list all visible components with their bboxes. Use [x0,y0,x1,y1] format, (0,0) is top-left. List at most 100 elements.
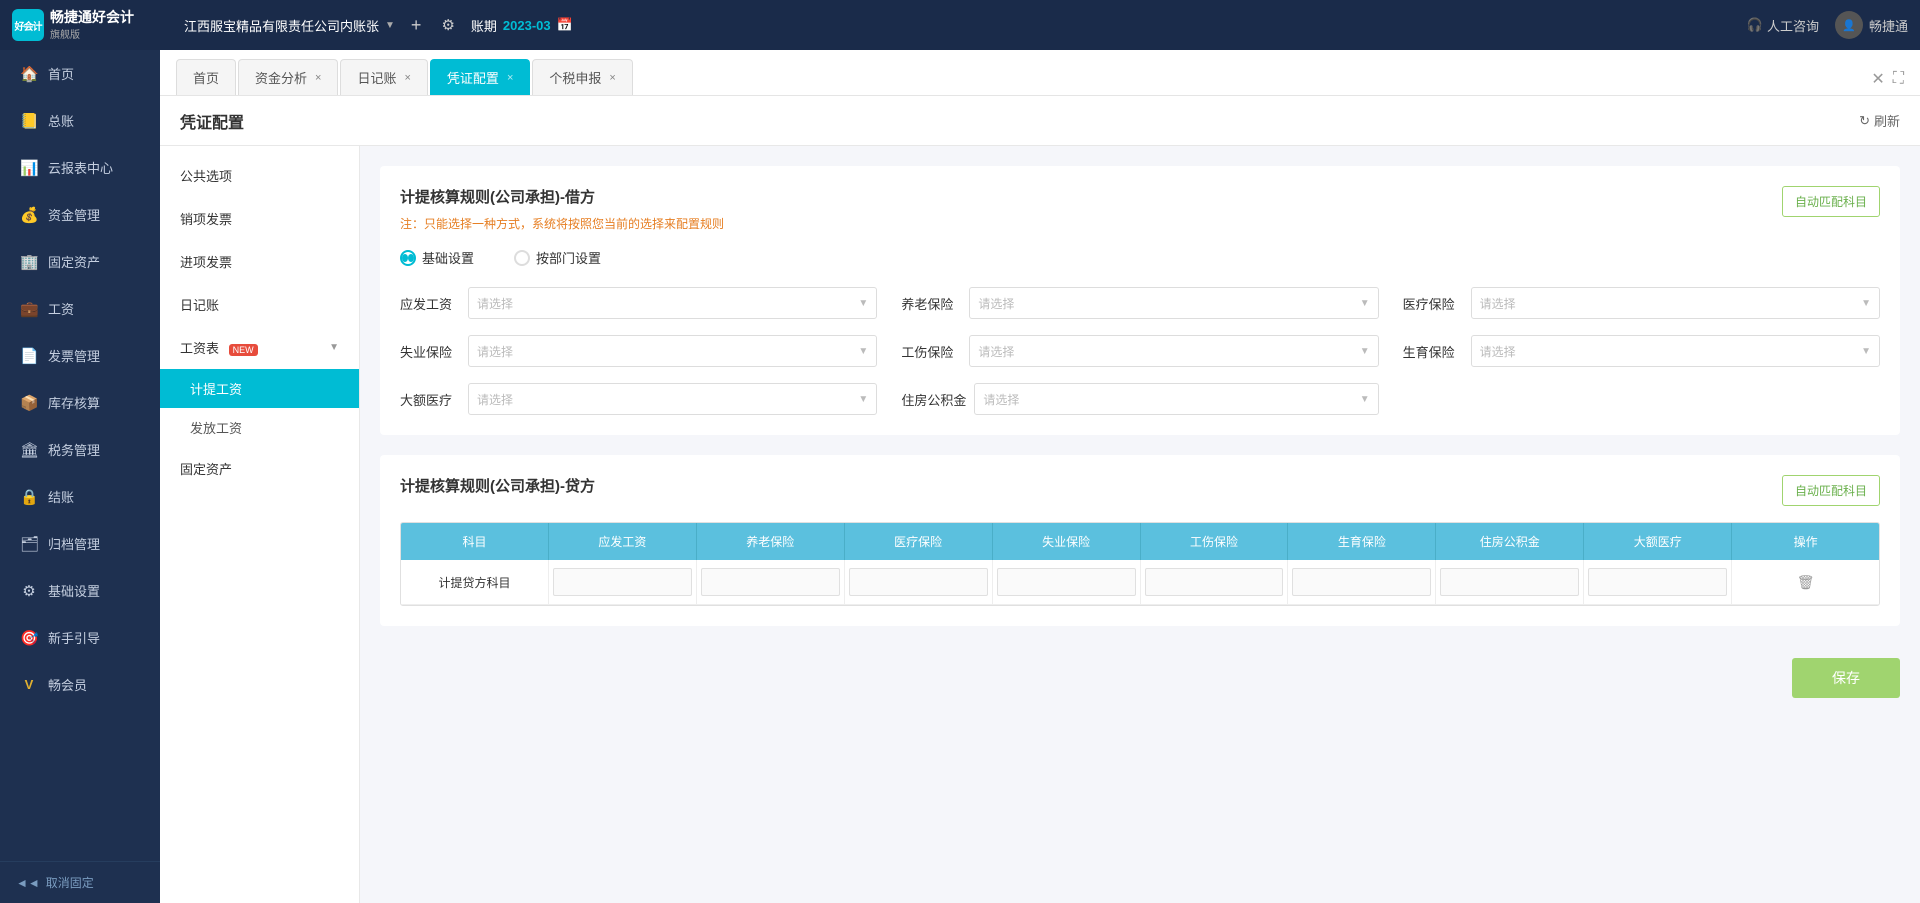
left-nav: 公共选项 销项发票 进项发票 日记账 工资表 NEW ▼ 计提工资 发放工资 固… [160,146,360,903]
select-gsbx[interactable]: 请选择 ▼ [969,335,1378,367]
input-yfgz[interactable] [553,568,692,596]
input-sybx[interactable] [997,568,1136,596]
form-item-sybx2: 生育保险 请选择 ▼ [1403,335,1880,367]
credit-section: 计提核算规则(公司承担)-贷方 自动匹配科目 科目 应发工资 养老保险 医疗保险… [380,455,1900,626]
left-nav-payroll-header[interactable]: 工资表 NEW ▼ [160,326,359,369]
debit-section-note: 注：只能选择一种方式，系统将按照您当前的选择来配置规则 [400,215,724,232]
ledger-icon: 📒 [20,112,38,130]
input-dayl[interactable] [1588,568,1727,596]
delete-row-icon[interactable]: 🗑 [1797,574,1815,591]
th-operation: 操作 [1732,523,1879,560]
select-sybx2[interactable]: 请选择 ▼ [1471,335,1880,367]
form-item-ylbx: 养老保险 请选择 ▼ [901,287,1378,319]
left-nav-journal[interactable]: 日记账 [160,283,359,326]
left-nav-payroll-calc[interactable]: 计提工资 [160,369,359,408]
app-name: 畅捷通好会计 [50,9,134,26]
form-item-zfgjj: 住房公积金 请选择 ▼ [901,383,1378,415]
user-area[interactable]: 👤 畅捷通 [1835,11,1908,39]
sidebar-item-funds[interactable]: 💰 资金管理 [0,191,160,238]
select-ylbx[interactable]: 请选择 ▼ [969,287,1378,319]
left-nav-payroll-group: 工资表 NEW ▼ 计提工资 发放工资 [160,326,359,447]
company-selector[interactable]: 江西服宝精品有限责任公司内账张 ▼ [184,16,395,35]
tab-close-window[interactable]: ✕ [1871,69,1884,89]
consult-button[interactable]: 🎧 人工咨询 [1747,16,1819,35]
tab-close-voucher[interactable]: × [507,72,513,84]
select-yfgz[interactable]: 请选择 ▼ [468,287,877,319]
calendar-icon[interactable]: 📅 [557,17,573,33]
consult-label: 人工咨询 [1767,16,1819,35]
content-area: 首页 资金分析 × 日记账 × 凭证配置 × 个税申报 × ✕ ⛶ [160,50,1920,903]
credit-auto-match-button[interactable]: 自动匹配科目 [1782,475,1880,506]
tab-bar: 首页 资金分析 × 日记账 × 凭证配置 × 个税申报 × ✕ ⛶ [160,50,1920,96]
left-nav-fixed-assets[interactable]: 固定资产 [160,447,359,490]
sidebar-item-reports[interactable]: 📊 云报表中心 [0,144,160,191]
settings-icon[interactable]: ⚙ [437,16,458,34]
tab-expand-icon[interactable]: ⛶ [1893,70,1904,88]
td-ylbx [697,560,845,604]
input-ylbx[interactable] [701,568,840,596]
th-zfgjj: 住房公积金 [1436,523,1584,560]
credit-table-header: 科目 应发工资 养老保险 医疗保险 失业保险 工伤保险 生育保险 住房公积金 大… [401,523,1879,560]
sidebar-item-guide[interactable]: 🎯 新手引导 [0,614,160,661]
td-yfgz [549,560,697,604]
table-row: 计提贷方科目 🗑 [401,560,1879,605]
credit-table: 科目 应发工资 养老保险 医疗保险 失业保险 工伤保险 生育保险 住房公积金 大… [400,522,1880,606]
cancel-fixed-button[interactable]: ◄◄ 取消固定 [0,861,160,903]
th-gsbx: 工伤保险 [1141,523,1289,560]
invoice-icon: 📄 [20,347,38,365]
sidebar-item-invoice[interactable]: 📄 发票管理 [0,332,160,379]
select-zfgjj[interactable]: 请选择 ▼ [974,383,1378,415]
sidebar-item-tax[interactable]: 🏛 税务管理 [0,426,160,473]
sidebar-item-assets[interactable]: 🏢 固定资产 [0,238,160,285]
sidebar-item-inventory[interactable]: 📦 库存核算 [0,379,160,426]
save-button[interactable]: 保存 [1792,658,1900,698]
left-nav-public[interactable]: 公共选项 [160,154,359,197]
select-dayl[interactable]: 请选择 ▼ [468,383,877,415]
tab-tax-report[interactable]: 个税申报 × [532,59,632,95]
sidebar-item-ledger[interactable]: 📒 总账 [0,97,160,144]
chevron-down-icon: ▼ [858,298,868,309]
input-ylbx2[interactable] [849,568,988,596]
main-layout: 🏠 首页 📒 总账 📊 云报表中心 💰 资金管理 🏢 固定资产 💼 工资 📄 发… [0,50,1920,903]
tab-close-journal[interactable]: × [404,72,410,84]
home-icon: 🏠 [20,65,38,83]
input-zfgjj[interactable] [1440,568,1579,596]
chevron-down-icon: ▼ [1360,346,1370,357]
radio-dept[interactable]: 按部门设置 [514,248,601,267]
logo-area: 好会计 畅捷通好会计 旗舰版 [12,9,172,41]
sidebar-item-salary[interactable]: 💼 工资 [0,285,160,332]
sidebar-item-member[interactable]: V 畅会员 [0,661,160,708]
td-gsbx [1141,560,1289,604]
add-button[interactable]: + [407,15,426,36]
tab-home[interactable]: 首页 [176,59,236,95]
top-bar: 好会计 畅捷通好会计 旗舰版 江西服宝精品有限责任公司内账张 ▼ + ⚙ 账期 … [0,0,1920,50]
chevron-down-icon: ▼ [858,346,868,357]
chevron-down-icon: ▼ [1861,298,1871,309]
refresh-button[interactable]: ↻ 刷新 [1859,111,1900,130]
select-ylbx2[interactable]: 请选择 ▼ [1471,287,1880,319]
radio-basic[interactable]: 基础设置 [400,248,474,267]
tab-funds-analysis[interactable]: 资金分析 × [238,59,338,95]
debit-section: 计提核算规则(公司承担)-借方 注：只能选择一种方式，系统将按照您当前的选择来配… [380,166,1900,435]
input-gsbx[interactable] [1145,568,1284,596]
sidebar-item-home[interactable]: 🏠 首页 [0,50,160,97]
left-nav-payroll-pay[interactable]: 发放工资 [160,408,359,447]
td-ylbx2 [845,560,993,604]
tab-close-funds[interactable]: × [315,72,321,84]
sidebar-item-settings[interactable]: ⚙ 基础设置 [0,567,160,614]
input-sybx2[interactable] [1292,568,1431,596]
left-nav-purchase[interactable]: 进项发票 [160,240,359,283]
company-name: 江西服宝精品有限责任公司内账张 [184,16,379,35]
chevron-down-icon: ▼ [1861,346,1871,357]
tab-journal[interactable]: 日记账 × [340,59,427,95]
inventory-icon: 📦 [20,394,38,412]
select-sybx[interactable]: 请选择 ▼ [468,335,877,367]
tab-voucher-config[interactable]: 凭证配置 × [430,59,530,95]
chevron-down-icon: ▼ [858,394,868,405]
tab-close-tax[interactable]: × [609,72,615,84]
sidebar-item-close[interactable]: 🔒 结账 [0,473,160,520]
debit-auto-match-button[interactable]: 自动匹配科目 [1782,186,1880,217]
page-title: 凭证配置 [180,109,244,133]
left-nav-sales[interactable]: 销项发票 [160,197,359,240]
sidebar-item-archive[interactable]: 🗂 归档管理 [0,520,160,567]
